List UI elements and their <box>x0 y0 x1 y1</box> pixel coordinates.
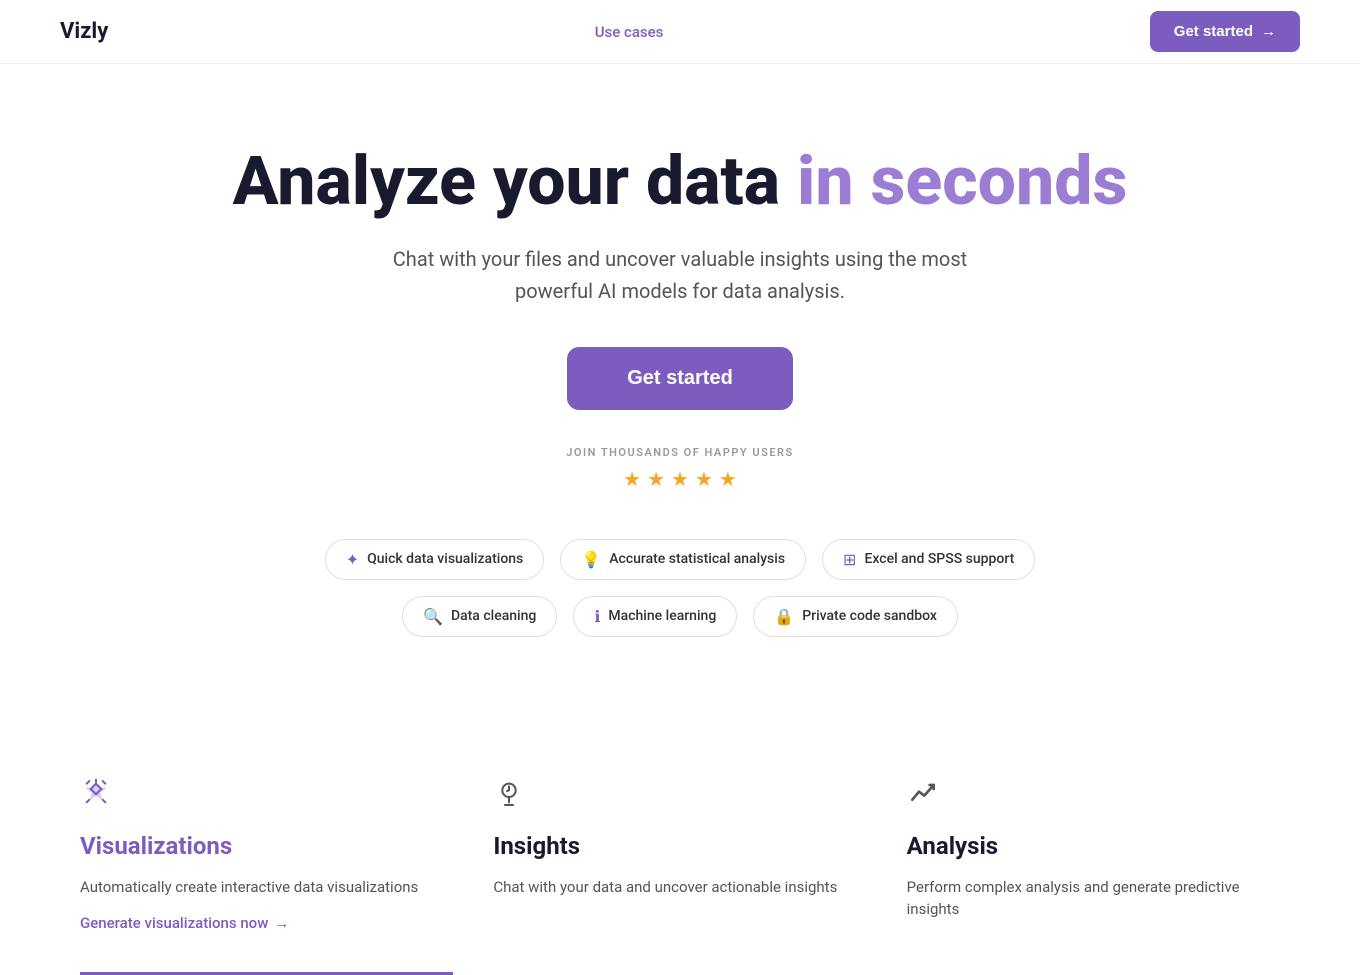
features-section: Visualizations Automatically create inte… <box>0 777 1360 975</box>
social-proof-label: JOIN THOUSANDS OF HAPPY USERS <box>566 446 793 459</box>
star-4: ★ <box>695 467 713 491</box>
info-icon: ℹ <box>594 607 600 626</box>
feature-tags-row-2: 🔍 Data cleaning ℹ Machine learning 🔒 Pri… <box>402 596 958 637</box>
feature-tag-machine-learning: ℹ Machine learning <box>573 596 737 637</box>
feature-tag-private-sandbox: 🔒 Private code sandbox <box>753 596 958 637</box>
nav-link-use-cases[interactable]: Use cases <box>595 23 664 41</box>
feature-card-insights: Insights Chat with your data and uncover… <box>493 777 866 975</box>
feature-tag-quick-visualizations: ✦ Quick data visualizations <box>325 539 545 580</box>
lightbulb-icon: 💡 <box>581 550 601 569</box>
visualizations-link[interactable]: Generate visualizations now → <box>80 914 453 932</box>
star-2: ★ <box>647 467 665 491</box>
star-1: ★ <box>623 467 641 491</box>
nav-links: Use cases <box>595 23 664 41</box>
visualizations-title: Visualizations <box>80 832 453 860</box>
insights-description: Chat with your data and uncover actionab… <box>493 876 866 899</box>
social-proof: JOIN THOUSANDS OF HAPPY USERS ★ ★ ★ ★ ★ <box>566 446 793 491</box>
visualizations-description: Automatically create interactive data vi… <box>80 876 453 899</box>
navbar: Vizly Use cases Get started → <box>0 0 1360 64</box>
analysis-description: Perform complex analysis and generate pr… <box>907 876 1280 921</box>
feature-card-visualizations: Visualizations Automatically create inte… <box>80 777 453 975</box>
feature-tag-excel-spss: ⊞ Excel and SPSS support <box>822 539 1035 580</box>
hero-title: Analyze your data in seconds <box>233 144 1128 219</box>
star-5: ★ <box>719 467 737 491</box>
hero-get-started-button[interactable]: Get started <box>567 347 793 410</box>
star-rating: ★ ★ ★ ★ ★ <box>623 467 737 491</box>
logo: Vizly <box>60 19 108 44</box>
grid-icon: ⊞ <box>843 550 856 569</box>
feature-card-analysis: Analysis Perform complex analysis and ge… <box>907 777 1280 975</box>
analysis-icon <box>907 777 1280 816</box>
feature-tag-data-cleaning: 🔍 Data cleaning <box>402 596 557 637</box>
feature-tags: ✦ Quick data visualizations 💡 Accurate s… <box>325 539 1036 637</box>
hero-section: Analyze your data in seconds Chat with y… <box>0 64 1360 777</box>
analysis-title: Analysis <box>907 832 1280 860</box>
search-icon: 🔍 <box>423 607 443 626</box>
feature-tags-row-1: ✦ Quick data visualizations 💡 Accurate s… <box>325 539 1036 580</box>
lock-icon: 🔒 <box>774 607 794 626</box>
hero-subtitle: Chat with your files and uncover valuabl… <box>380 243 980 307</box>
visualizations-icon <box>80 777 453 816</box>
nav-get-started-button[interactable]: Get started → <box>1150 11 1300 52</box>
insights-icon <box>493 777 866 816</box>
insights-title: Insights <box>493 832 866 860</box>
feature-tag-statistical-analysis: 💡 Accurate statistical analysis <box>560 539 806 580</box>
star-3: ★ <box>671 467 689 491</box>
sparkle-icon: ✦ <box>346 550 359 569</box>
